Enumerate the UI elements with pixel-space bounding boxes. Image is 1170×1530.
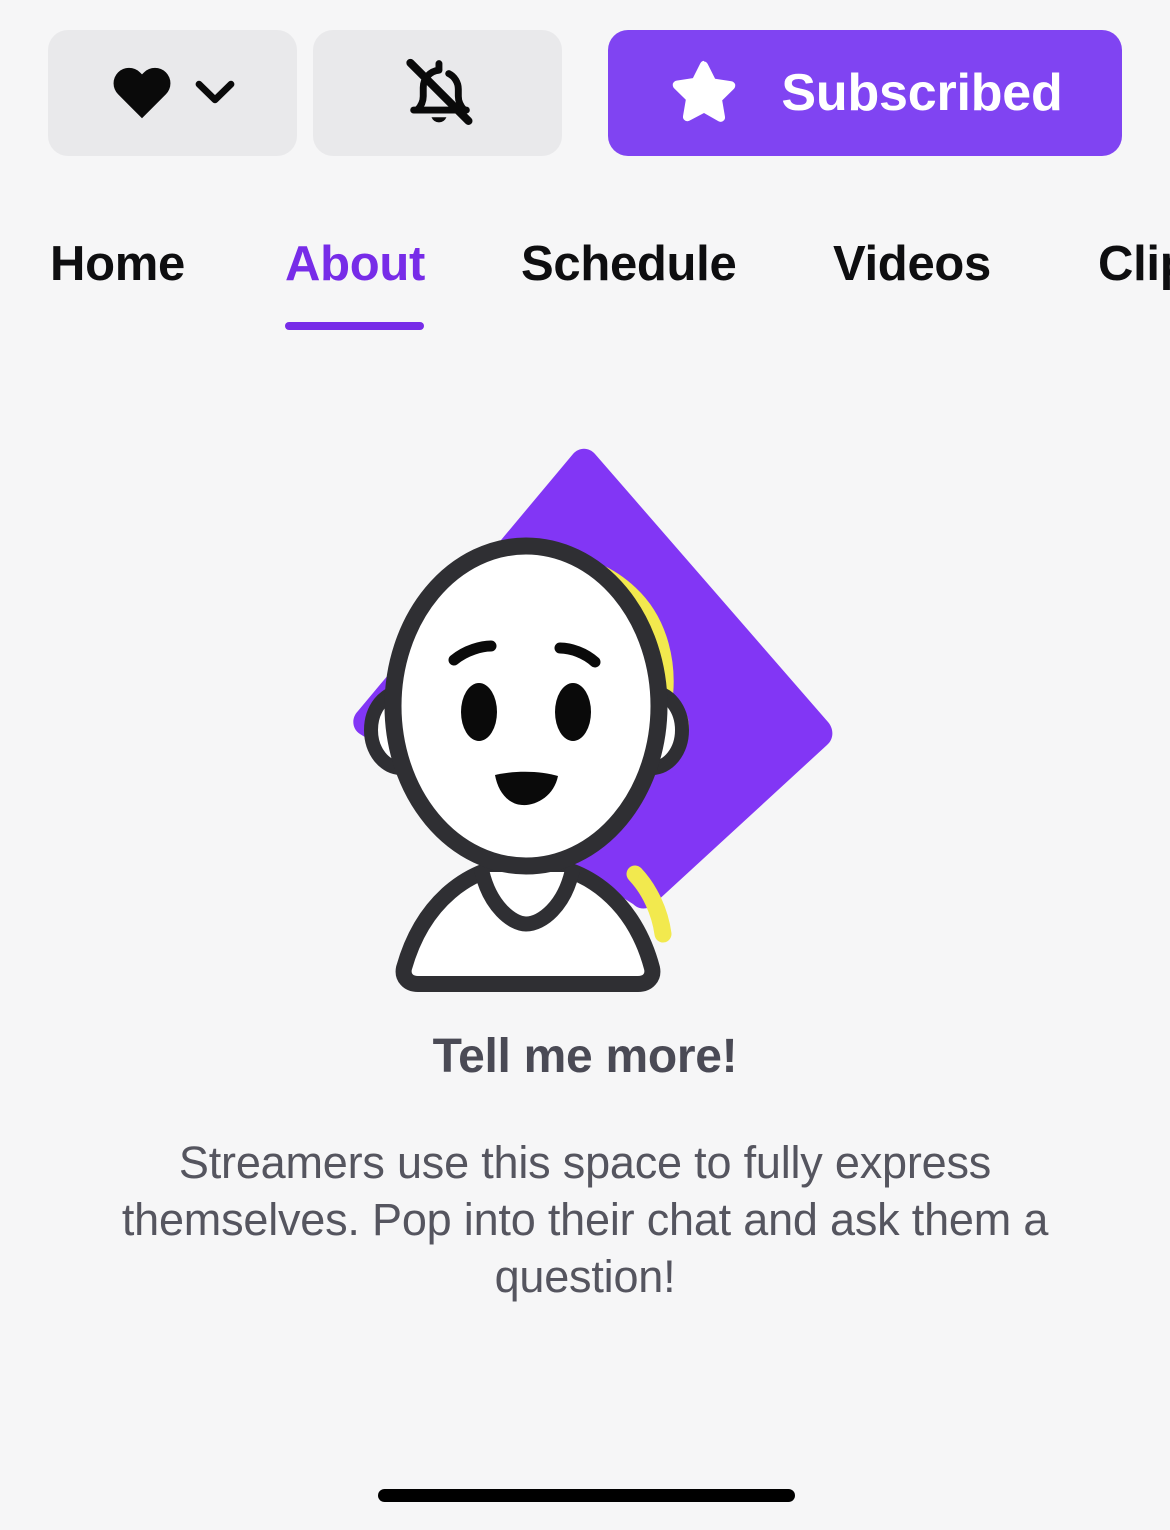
chevron-down-icon (195, 79, 235, 108)
bell-off-icon (392, 46, 484, 141)
about-panel: Tell me more! Streamers use this space t… (0, 334, 1170, 1464)
tab-videos[interactable]: Videos (833, 212, 991, 334)
tab-about-label: About (285, 237, 425, 291)
channel-about-screen: Subscribed Home About Schedule Videos Cl… (0, 0, 1170, 1530)
tab-home[interactable]: Home (50, 212, 185, 334)
tab-schedule-label: Schedule (521, 237, 737, 291)
notifications-off-button[interactable] (313, 30, 562, 156)
subscribed-button[interactable]: Subscribed (608, 30, 1122, 156)
star-icon (667, 56, 741, 131)
tab-about[interactable]: About (285, 212, 425, 334)
about-title: Tell me more! (432, 1030, 738, 1083)
about-description: Streamers use this space to fully expres… (121, 1137, 1049, 1303)
tab-clips[interactable]: Clips (1098, 212, 1170, 334)
tab-clips-label: Clips (1098, 237, 1170, 291)
home-indicator-bar[interactable] (378, 1489, 795, 1502)
tab-home-label: Home (50, 237, 185, 291)
heart-icon (111, 64, 173, 123)
follow-dropdown-button[interactable] (48, 30, 297, 156)
channel-tab-bar: Home About Schedule Videos Clips (0, 212, 1170, 334)
tab-videos-label: Videos (833, 237, 991, 291)
tab-schedule[interactable]: Schedule (521, 212, 737, 334)
subscribed-label: Subscribed (781, 64, 1063, 122)
active-tab-underline (285, 322, 424, 330)
channel-action-row: Subscribed (0, 0, 1170, 185)
streamer-avatar-illustration (330, 434, 850, 994)
